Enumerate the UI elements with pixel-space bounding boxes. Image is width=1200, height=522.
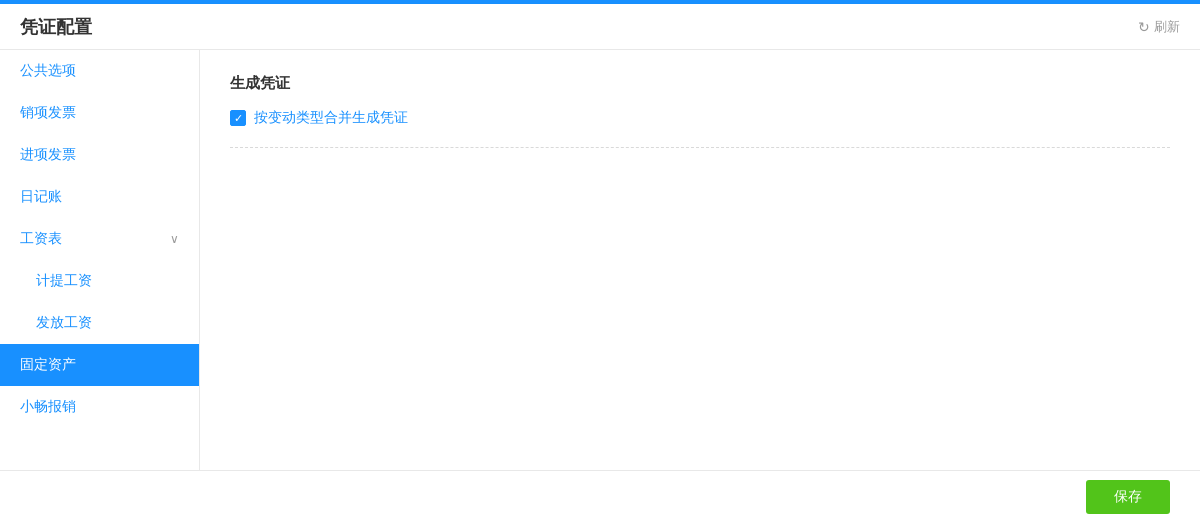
save-button[interactable]: 保存 [1086,480,1170,514]
sidebar-item-journal[interactable]: 日记账 [0,176,199,218]
refresh-icon: ↻ [1138,19,1150,35]
sidebar-item-fixed-assets[interactable]: 固定资产 [0,344,199,386]
sidebar-label-sales-invoice: 销项发票 [20,104,76,122]
footer: 保存 [0,470,1200,522]
section-title: 生成凭证 [230,74,1170,93]
content-area: 公共选项销项发票进项发票日记账工资表 ∨ 计提工资发放工资固定资产小畅报销 生成凭证… [0,50,1200,470]
section-divider [230,147,1170,148]
page-title: 凭证配置 [20,15,92,39]
sidebar: 公共选项销项发票进项发票日记账工资表 ∨ 计提工资发放工资固定资产小畅报销 [0,50,200,470]
sidebar-label-journal: 日记账 [20,188,62,206]
sidebar-label-purchase-invoice: 进项发票 [20,146,76,164]
sidebar-item-pay-salary[interactable]: 发放工资 [0,302,199,344]
sidebar-label-payroll-table: 工资表 [20,230,62,248]
header: 凭证配置 ↻ 刷新 [0,4,1200,50]
sidebar-item-purchase-invoice[interactable]: 进项发票 [0,134,199,176]
checkbox-row: 按变动类型合并生成凭证 [230,109,1170,127]
sidebar-item-expense-report[interactable]: 小畅报销 [0,386,199,428]
refresh-label: 刷新 [1154,18,1180,36]
sidebar-item-payroll-table[interactable]: 工资表 ∨ [0,218,199,260]
main-content: 生成凭证 按变动类型合并生成凭证 [200,50,1200,470]
sidebar-label-pay-salary: 发放工资 [36,314,92,332]
sidebar-label-advance-salary: 计提工资 [36,272,92,290]
sidebar-item-public-options[interactable]: 公共选项 [0,50,199,92]
sidebar-item-sales-invoice[interactable]: 销项发票 [0,92,199,134]
sidebar-label-public-options: 公共选项 [20,62,76,80]
merge-checkbox-label[interactable]: 按变动类型合并生成凭证 [254,109,408,127]
refresh-button[interactable]: ↻ 刷新 [1138,18,1180,36]
merge-checkbox[interactable] [230,110,246,126]
sidebar-label-fixed-assets: 固定资产 [20,356,76,374]
sidebar-item-advance-salary[interactable]: 计提工资 [0,260,199,302]
sidebar-label-expense-report: 小畅报销 [20,398,76,416]
chevron-down-icon: ∨ [170,232,179,246]
page-wrapper: 凭证配置 ↻ 刷新 公共选项销项发票进项发票日记账工资表 ∨ 计提工资发放工资固定资… [0,0,1200,522]
